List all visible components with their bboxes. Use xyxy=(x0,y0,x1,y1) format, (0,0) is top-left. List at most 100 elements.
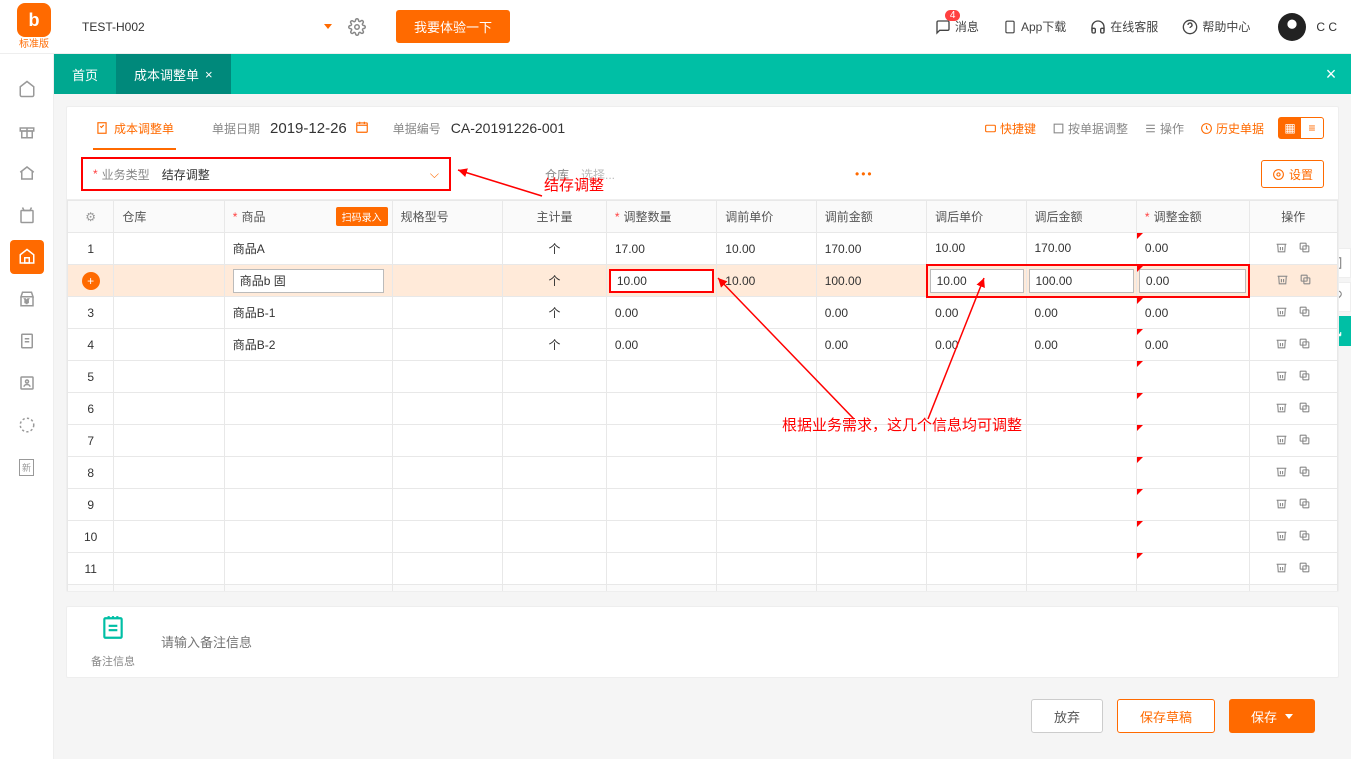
delete-row-icon[interactable] xyxy=(1276,273,1289,289)
side-home-icon[interactable] xyxy=(10,72,44,106)
docno-value: CA-20191226-001 xyxy=(451,120,565,136)
delete-row-icon[interactable] xyxy=(1275,401,1288,417)
calendar-icon[interactable] xyxy=(355,120,369,137)
notes-input[interactable] xyxy=(161,628,1314,656)
side-clipboard-icon[interactable] xyxy=(10,324,44,358)
history-link[interactable]: 历史单据 xyxy=(1200,120,1264,137)
docno-label: 单据编号 xyxy=(393,120,441,137)
copy-row-icon[interactable] xyxy=(1298,305,1311,321)
grid-view-icon[interactable]: ▦ xyxy=(1279,118,1301,138)
table-row[interactable]: 10 xyxy=(68,521,1338,553)
business-type-select[interactable]: * 业务类型 结存调整 ⌵ xyxy=(81,157,451,191)
table-header: ⚙ 仓库 *商品扫码录入 规格型号 主计量 *调整数量 调前单价 调前金额 调后… xyxy=(68,201,1338,233)
col-pre-price[interactable]: 调前单价 xyxy=(717,201,816,233)
delete-row-icon[interactable] xyxy=(1275,529,1288,545)
settings-icon[interactable] xyxy=(346,16,368,38)
copy-row-icon[interactable] xyxy=(1299,273,1312,289)
copy-row-icon[interactable] xyxy=(1298,529,1311,545)
help-link[interactable]: 帮助中心 xyxy=(1182,18,1250,35)
side-gift-icon[interactable] xyxy=(10,114,44,148)
warehouse-placeholder[interactable]: 选择... xyxy=(581,166,615,183)
more-icon[interactable]: ••• xyxy=(855,167,874,181)
table-row[interactable]: 7 xyxy=(68,425,1338,457)
side-refresh-icon[interactable] xyxy=(10,408,44,442)
app-download-link[interactable]: App下载 xyxy=(1003,18,1066,35)
table-row[interactable]: 5 xyxy=(68,361,1338,393)
delete-row-icon[interactable] xyxy=(1275,337,1288,353)
col-warehouse[interactable]: 仓库 xyxy=(114,201,224,233)
col-qty[interactable]: *调整数量 xyxy=(606,201,716,233)
col-unit[interactable]: 主计量 xyxy=(503,201,607,233)
delete-row-icon[interactable] xyxy=(1275,241,1288,257)
qty-input[interactable]: 10.00 xyxy=(609,269,714,293)
side-inventory-icon[interactable] xyxy=(10,240,44,274)
table-row[interactable]: 8 xyxy=(68,457,1338,489)
messages-link[interactable]: 消息 4 xyxy=(935,18,979,35)
side-bag-icon[interactable] xyxy=(10,198,44,232)
date-value[interactable]: 2019-12-26 xyxy=(270,120,347,137)
tab-home[interactable]: 首页 xyxy=(54,54,116,94)
delete-row-icon[interactable] xyxy=(1275,497,1288,513)
delete-row-icon[interactable] xyxy=(1275,465,1288,481)
product-input[interactable]: 商品b 固 xyxy=(233,269,384,293)
close-icon[interactable]: × xyxy=(205,67,213,82)
table-row[interactable]: 3商品B-1个0.000.000.000.000.00 xyxy=(68,297,1338,329)
nav-tabs: 首页 成本调整单× × xyxy=(0,54,1351,94)
table-row[interactable]: 9 xyxy=(68,489,1338,521)
by-doc-link[interactable]: 按单据调整 xyxy=(1052,120,1128,137)
side-money-icon[interactable]: ¥ xyxy=(10,282,44,316)
shortcut-link[interactable]: 快捷键 xyxy=(984,120,1036,137)
col-adj-amt[interactable]: *调整金额 xyxy=(1136,201,1249,233)
col-post-price[interactable]: 调后单价 xyxy=(927,201,1026,233)
col-pre-amt[interactable]: 调前金额 xyxy=(816,201,926,233)
abandon-button[interactable]: 放弃 xyxy=(1031,699,1103,733)
col-spec[interactable]: 规格型号 xyxy=(392,201,502,233)
ops-link[interactable]: 操作 xyxy=(1144,120,1184,137)
delete-row-icon[interactable] xyxy=(1275,561,1288,577)
doc-title-tab[interactable]: 成本调整单 xyxy=(81,107,188,149)
online-service-link[interactable]: 在线客服 xyxy=(1090,18,1158,35)
table-row[interactable]: 6 xyxy=(68,393,1338,425)
save-draft-button[interactable]: 保存草稿 xyxy=(1117,699,1215,733)
col-product[interactable]: *商品扫码录入 xyxy=(224,201,392,233)
tab-cost-adjust[interactable]: 成本调整单× xyxy=(116,54,231,94)
delete-row-icon[interactable] xyxy=(1275,369,1288,385)
post-amt-input[interactable]: 100.00 xyxy=(1029,269,1134,293)
copy-row-icon[interactable] xyxy=(1298,369,1311,385)
copy-row-icon[interactable] xyxy=(1298,561,1311,577)
post-price-input[interactable]: 10.00 xyxy=(930,269,1024,293)
copy-row-icon[interactable] xyxy=(1298,337,1311,353)
copy-row-icon[interactable] xyxy=(1298,241,1311,257)
side-new-icon[interactable]: 新 xyxy=(10,450,44,484)
list-view-icon[interactable]: ≡ xyxy=(1301,118,1323,138)
col-post-amt[interactable]: 调后金额 xyxy=(1026,201,1136,233)
try-button[interactable]: 我要体验一下 xyxy=(396,10,510,43)
adj-amt-input[interactable]: 0.00 xyxy=(1139,269,1246,293)
filter-row: * 业务类型 结存调整 ⌵ 仓库 选择... ••• 设置 xyxy=(67,149,1338,199)
config-button[interactable]: 设置 xyxy=(1261,160,1324,188)
side-person-icon[interactable] xyxy=(10,366,44,400)
user-menu[interactable]: C C xyxy=(1270,13,1337,41)
copy-row-icon[interactable] xyxy=(1298,433,1311,449)
add-row-icon[interactable]: + xyxy=(82,272,100,290)
scan-input-button[interactable]: 扫码录入 xyxy=(336,207,388,226)
gear-icon[interactable]: ⚙ xyxy=(85,210,96,224)
save-button[interactable]: 保存 xyxy=(1229,699,1315,733)
table-row[interactable]: 4商品B-2个0.000.000.000.000.00 xyxy=(68,329,1338,361)
logo: b 标准版 xyxy=(14,3,54,50)
delete-row-icon[interactable] xyxy=(1275,433,1288,449)
company-select[interactable]: TEST-H002 xyxy=(82,12,332,42)
delete-row-icon[interactable] xyxy=(1275,305,1288,321)
notes-section: 备注信息 xyxy=(66,606,1339,678)
tabs-close-all[interactable]: × xyxy=(1311,54,1351,94)
copy-row-icon[interactable] xyxy=(1298,465,1311,481)
top-header: b 标准版 TEST-H002 我要体验一下 消息 4 App下载 在线客服 帮… xyxy=(0,0,1351,54)
view-toggle[interactable]: ▦ ≡ xyxy=(1278,117,1324,139)
table-row[interactable]: 11 xyxy=(68,553,1338,585)
copy-row-icon[interactable] xyxy=(1298,497,1311,513)
table-row[interactable]: +商品b 固个10.0010.00100.0010.00100.000.00 xyxy=(68,265,1338,297)
table-row[interactable]: 1商品A个17.0010.00170.0010.00170.000.00 xyxy=(68,233,1338,265)
copy-row-icon[interactable] xyxy=(1298,401,1311,417)
date-label: 单据日期 xyxy=(212,120,260,137)
side-roof-icon[interactable] xyxy=(10,156,44,190)
